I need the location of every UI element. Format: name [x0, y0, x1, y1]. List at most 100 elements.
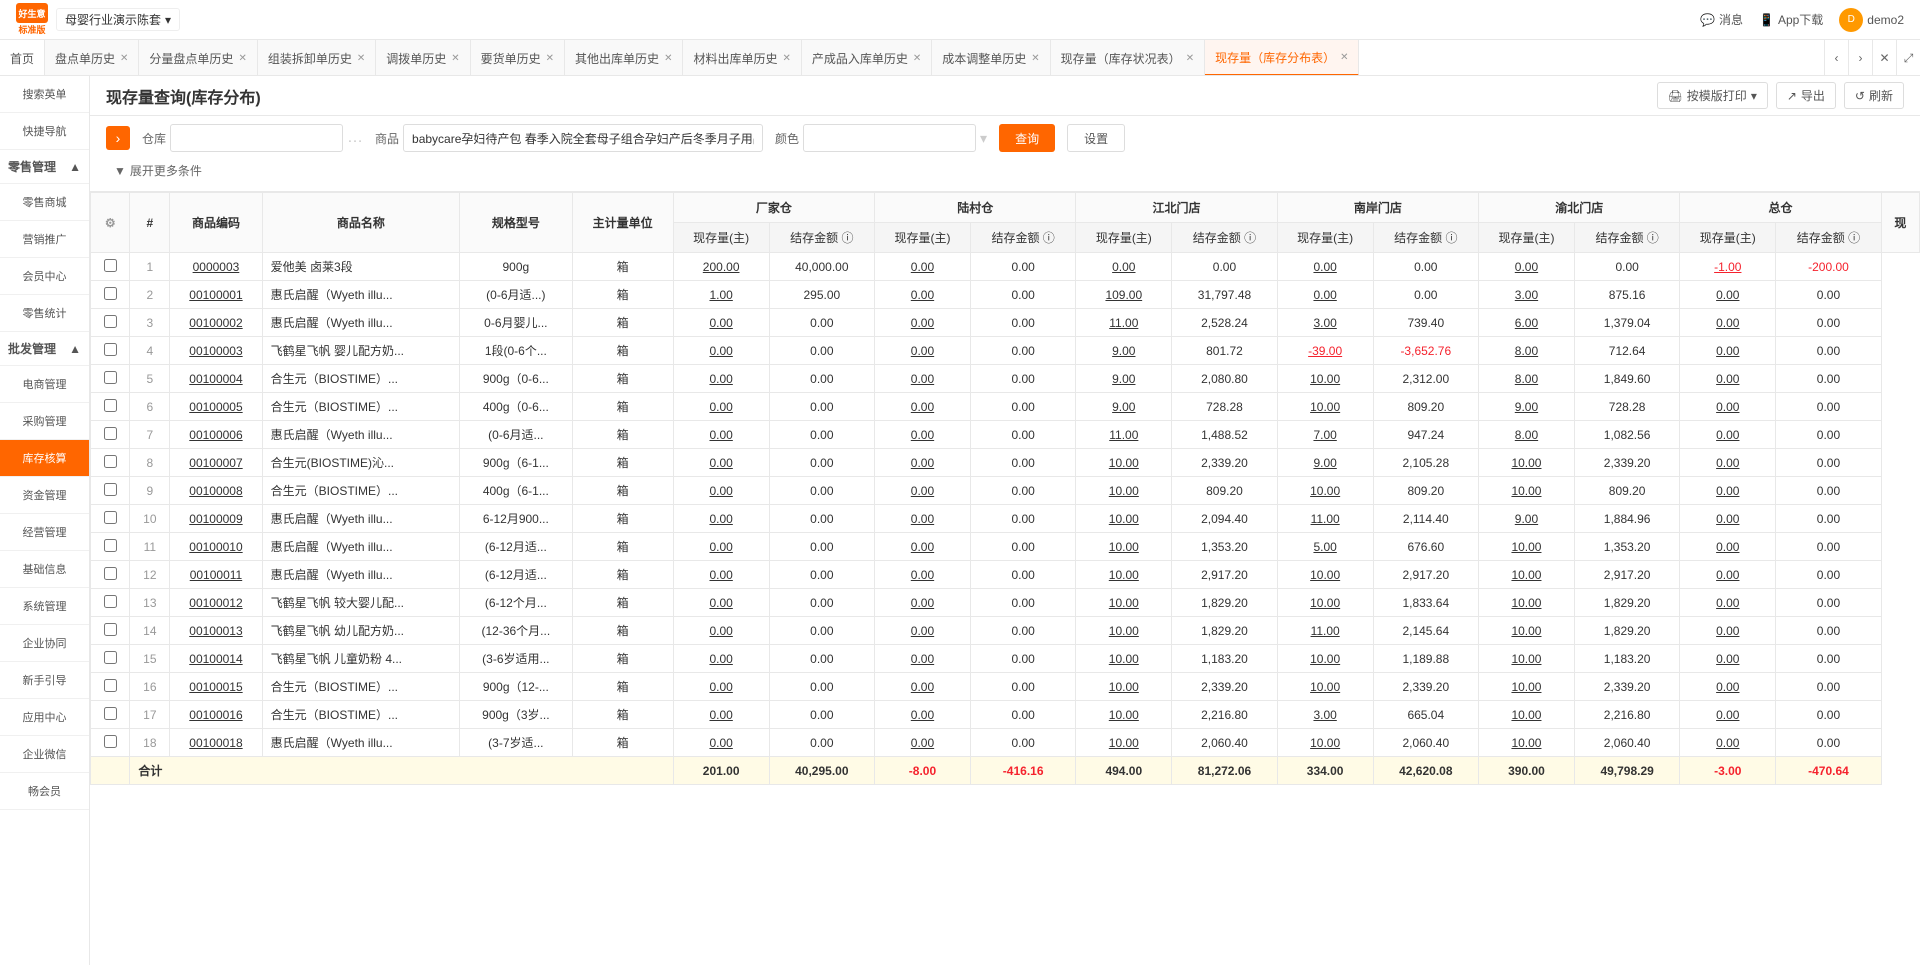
cell-qty-11-5[interactable]: 0.00 — [1680, 561, 1776, 589]
cell-checkbox-7[interactable] — [91, 449, 130, 477]
cell-code-11[interactable]: 00100011 — [170, 561, 262, 589]
cell-qty-12-1[interactable]: 0.00 — [875, 589, 971, 617]
cell-code-1[interactable]: 00100001 — [170, 281, 262, 309]
cell-qty-10-0[interactable]: 0.00 — [673, 533, 769, 561]
tab-tab8[interactable]: 产成品入库单历史✕ — [802, 40, 932, 75]
cell-qty-0-2[interactable]: 0.00 — [1076, 253, 1172, 281]
cell-qty-9-4[interactable]: 9.00 — [1479, 505, 1575, 533]
cell-qty-2-3[interactable]: 3.00 — [1277, 309, 1373, 337]
sidebar-item-6[interactable]: 零售统计 — [0, 295, 89, 332]
sidebar-item-8[interactable]: 电商管理 — [0, 366, 89, 403]
cell-qty-17-1[interactable]: 0.00 — [875, 729, 971, 757]
tab-close-tab10[interactable]: ✕ — [1186, 53, 1194, 64]
filter-toggle-btn[interactable]: › — [106, 126, 130, 150]
cell-qty-3-5[interactable]: 0.00 — [1680, 337, 1776, 365]
cell-qty-12-4[interactable]: 10.00 — [1479, 589, 1575, 617]
expand-conditions-btn[interactable]: ▼ 展开更多条件 — [106, 158, 210, 183]
cell-qty-11-0[interactable]: 0.00 — [673, 561, 769, 589]
cell-qty-0-5[interactable]: -1.00 — [1680, 253, 1776, 281]
cell-qty-0-4[interactable]: 0.00 — [1479, 253, 1575, 281]
cell-qty-10-5[interactable]: 0.00 — [1680, 533, 1776, 561]
cell-code-7[interactable]: 00100007 — [170, 449, 262, 477]
cell-qty-15-0[interactable]: 0.00 — [673, 673, 769, 701]
tab-tab4[interactable]: 调拨单历史✕ — [376, 40, 470, 75]
cell-qty-16-0[interactable]: 0.00 — [673, 701, 769, 729]
cell-qty-8-1[interactable]: 0.00 — [875, 477, 971, 505]
cell-code-13[interactable]: 00100013 — [170, 617, 262, 645]
cell-qty-10-2[interactable]: 10.00 — [1076, 533, 1172, 561]
cell-checkbox-11[interactable] — [91, 561, 130, 589]
cell-code-17[interactable]: 00100018 — [170, 729, 262, 757]
cell-qty-15-3[interactable]: 10.00 — [1277, 673, 1373, 701]
cell-qty-3-4[interactable]: 8.00 — [1479, 337, 1575, 365]
cell-qty-4-4[interactable]: 8.00 — [1479, 365, 1575, 393]
cell-code-16[interactable]: 00100016 — [170, 701, 262, 729]
cell-qty-16-2[interactable]: 10.00 — [1076, 701, 1172, 729]
cell-checkbox-4[interactable] — [91, 365, 130, 393]
tab-close-tab3[interactable]: ✕ — [357, 53, 365, 64]
cell-qty-7-3[interactable]: 9.00 — [1277, 449, 1373, 477]
tab-tab6[interactable]: 其他出库单历史✕ — [565, 40, 683, 75]
th-settings[interactable]: ⚙ — [91, 193, 130, 253]
app-download-btn[interactable]: 📱 App下载 — [1759, 11, 1823, 28]
cell-qty-11-3[interactable]: 10.00 — [1277, 561, 1373, 589]
selector-dropdown[interactable]: 母婴行业演示陈套 ▾ — [56, 8, 180, 31]
cell-qty-5-4[interactable]: 9.00 — [1479, 393, 1575, 421]
sidebar-item-17[interactable]: 应用中心 — [0, 699, 89, 736]
cell-qty-4-3[interactable]: 10.00 — [1277, 365, 1373, 393]
cell-qty-16-3[interactable]: 3.00 — [1277, 701, 1373, 729]
cell-qty-1-0[interactable]: 1.00 — [673, 281, 769, 309]
cell-qty-5-2[interactable]: 9.00 — [1076, 393, 1172, 421]
tab-tab2[interactable]: 分量盘点单历史✕ — [139, 40, 257, 75]
cell-qty-2-4[interactable]: 6.00 — [1479, 309, 1575, 337]
cell-checkbox-6[interactable] — [91, 421, 130, 449]
cell-qty-17-3[interactable]: 10.00 — [1277, 729, 1373, 757]
tab-nav-next[interactable]: › — [1848, 40, 1872, 76]
refresh-btn[interactable]: ↺ 刷新 — [1844, 82, 1904, 109]
cell-qty-14-2[interactable]: 10.00 — [1076, 645, 1172, 673]
cell-qty-13-2[interactable]: 10.00 — [1076, 617, 1172, 645]
cell-qty-15-5[interactable]: 0.00 — [1680, 673, 1776, 701]
sidebar-item-13[interactable]: 基础信息 — [0, 551, 89, 588]
cell-code-12[interactable]: 00100012 — [170, 589, 262, 617]
tab-close-tab9[interactable]: ✕ — [1031, 53, 1039, 64]
cell-qty-14-5[interactable]: 0.00 — [1680, 645, 1776, 673]
sidebar-item-2[interactable]: 零售管理▲ — [0, 150, 89, 184]
tab-close-tab11[interactable]: ✕ — [1340, 52, 1348, 63]
sidebar-item-11[interactable]: 资金管理 — [0, 477, 89, 514]
cell-qty-5-3[interactable]: 10.00 — [1277, 393, 1373, 421]
cell-qty-6-2[interactable]: 11.00 — [1076, 421, 1172, 449]
cell-checkbox-15[interactable] — [91, 673, 130, 701]
cell-qty-6-4[interactable]: 8.00 — [1479, 421, 1575, 449]
cell-qty-12-3[interactable]: 10.00 — [1277, 589, 1373, 617]
search-btn[interactable]: 查询 — [999, 124, 1055, 152]
cell-qty-16-1[interactable]: 0.00 — [875, 701, 971, 729]
message-btn[interactable]: 💬 消息 — [1700, 11, 1743, 28]
tab-close-tab4[interactable]: ✕ — [451, 53, 459, 64]
tab-close-tab5[interactable]: ✕ — [546, 53, 554, 64]
cell-qty-10-3[interactable]: 5.00 — [1277, 533, 1373, 561]
cell-qty-17-5[interactable]: 0.00 — [1680, 729, 1776, 757]
cell-qty-9-0[interactable]: 0.00 — [673, 505, 769, 533]
cell-qty-3-1[interactable]: 0.00 — [875, 337, 971, 365]
warehouse-input[interactable] — [170, 124, 343, 152]
tab-tab9[interactable]: 成本调整单历史✕ — [932, 40, 1050, 75]
cell-code-6[interactable]: 00100006 — [170, 421, 262, 449]
settings-btn[interactable]: 设置 — [1067, 124, 1125, 152]
cell-qty-5-1[interactable]: 0.00 — [875, 393, 971, 421]
cell-qty-2-5[interactable]: 0.00 — [1680, 309, 1776, 337]
tab-tab1[interactable]: 盘点单历史✕ — [45, 40, 139, 75]
tab-close-tab1[interactable]: ✕ — [120, 53, 128, 64]
tab-tab10[interactable]: 现存量（库存状况表）✕ — [1051, 40, 1205, 75]
cell-qty-1-5[interactable]: 0.00 — [1680, 281, 1776, 309]
cell-qty-0-0[interactable]: 200.00 — [673, 253, 769, 281]
cell-qty-1-4[interactable]: 3.00 — [1479, 281, 1575, 309]
cell-code-15[interactable]: 00100015 — [170, 673, 262, 701]
tab-close-tab8[interactable]: ✕ — [913, 53, 921, 64]
cell-qty-7-0[interactable]: 0.00 — [673, 449, 769, 477]
cell-checkbox-14[interactable] — [91, 645, 130, 673]
cell-qty-16-5[interactable]: 0.00 — [1680, 701, 1776, 729]
tab-tab11[interactable]: 现存量（库存分布表）✕ — [1205, 40, 1359, 75]
cell-qty-11-4[interactable]: 10.00 — [1479, 561, 1575, 589]
user-avatar[interactable]: D demo2 — [1839, 8, 1904, 32]
